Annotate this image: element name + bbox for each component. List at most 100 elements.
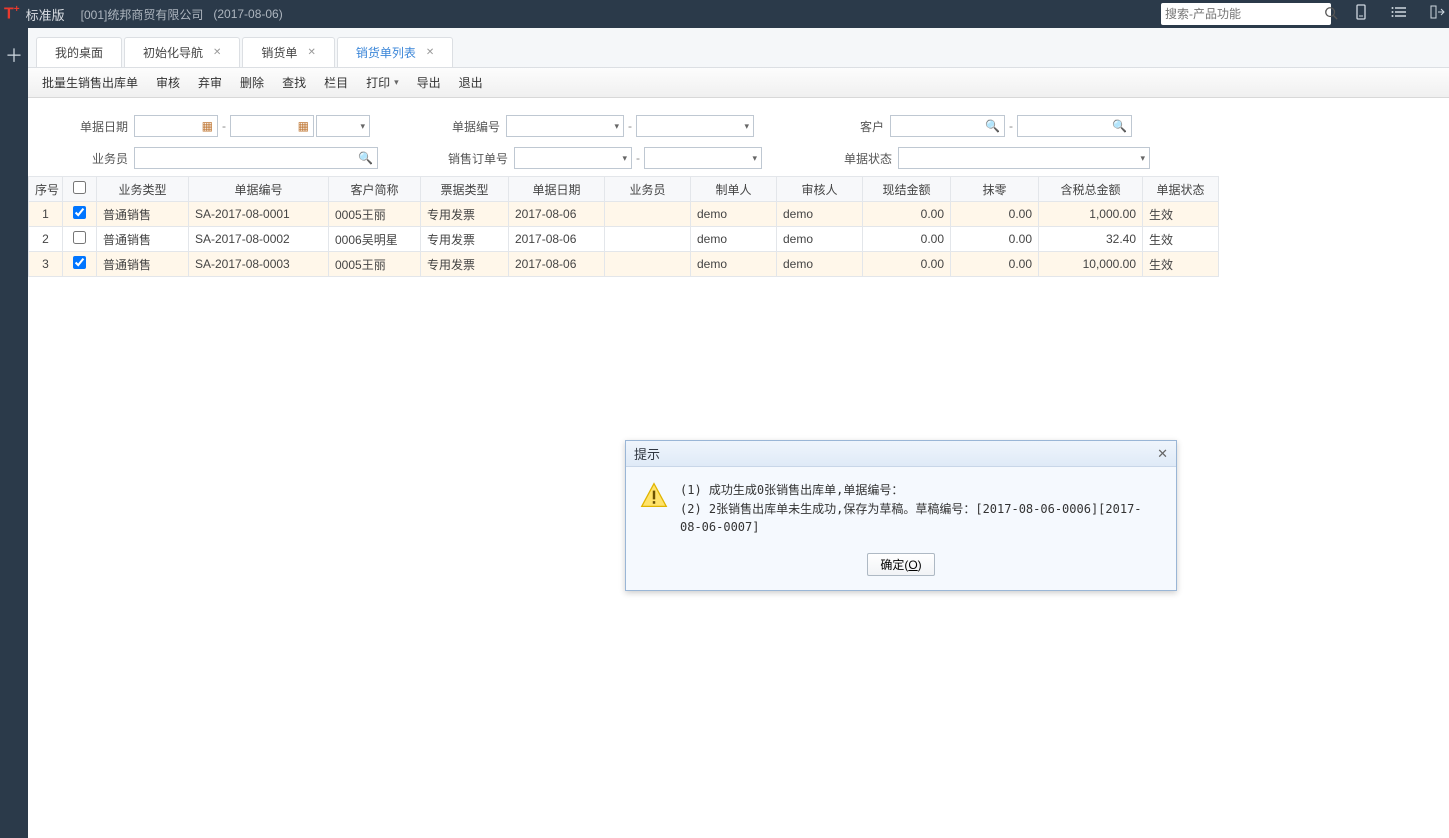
chevron-down-icon: ▾ xyxy=(1140,153,1145,164)
dialog-message: (1) 成功生成0张销售出库单,单据编号： (2) 2张销售出库单未生成功,保存… xyxy=(680,481,1160,537)
tab-label: 我的桌面 xyxy=(55,44,103,61)
close-icon[interactable]: ✕ xyxy=(1157,446,1168,462)
delete-button[interactable]: 删除 xyxy=(240,74,264,91)
cell-round-off: 0.00 xyxy=(951,202,1039,227)
close-icon[interactable]: ✕ xyxy=(426,47,434,58)
add-tab-button[interactable]: ＋ xyxy=(0,42,28,68)
cell-seq: 1 xyxy=(29,202,63,227)
col-inv-type[interactable]: 票据类型 xyxy=(421,177,509,202)
cell-check[interactable] xyxy=(63,202,97,227)
cell-round-off: 0.00 xyxy=(951,227,1039,252)
customer-from-input[interactable]: 🔍 xyxy=(890,115,1005,137)
filter-label-orderno: 销售订单号 xyxy=(438,150,508,167)
customer-to-input[interactable]: 🔍 xyxy=(1017,115,1132,137)
header-row: 序号 业务类型 单据编号 客户简称 票据类型 单据日期 业务员 制单人 审核人 … xyxy=(29,177,1219,202)
date-to-input[interactable]: ▦ xyxy=(230,115,314,137)
left-rail: ＋ xyxy=(0,28,28,838)
close-icon[interactable]: ✕ xyxy=(307,47,315,58)
calendar-icon: ▦ xyxy=(298,119,309,133)
close-icon[interactable]: ✕ xyxy=(213,47,221,58)
tab-init-nav[interactable]: 初始化导航 ✕ xyxy=(124,37,240,67)
filter-label-salesman: 业务员 xyxy=(58,150,128,167)
dialog-line2: (2) 2张销售出库单未生成功,保存为草稿。草稿编号：[2017-08-06-0… xyxy=(680,500,1160,537)
row-checkbox[interactable] xyxy=(73,231,86,244)
dialog-title: 提示 xyxy=(634,444,660,463)
orderno-from-input[interactable]: ▾ xyxy=(514,147,632,169)
columns-button[interactable]: 栏目 xyxy=(324,74,348,91)
cell-cash-amt: 0.00 xyxy=(863,227,951,252)
cell-tax-total: 32.40 xyxy=(1039,227,1143,252)
cell-check[interactable] xyxy=(63,227,97,252)
select-all-checkbox[interactable] xyxy=(73,181,86,194)
unaudit-button[interactable]: 弃审 xyxy=(198,74,222,91)
docno-from-input[interactable]: ▾ xyxy=(506,115,624,137)
filter-label-docno: 单据编号 xyxy=(430,118,500,135)
expand-icon[interactable] xyxy=(1429,4,1445,25)
col-cash-amt[interactable]: 现结金额 xyxy=(863,177,951,202)
cell-auditor: demo xyxy=(777,202,863,227)
chevron-down-icon: ▾ xyxy=(394,77,399,88)
chevron-down-icon: ▾ xyxy=(614,121,619,132)
col-round-off[interactable]: 抹零 xyxy=(951,177,1039,202)
list-icon[interactable] xyxy=(1391,4,1407,25)
cell-status: 生效 xyxy=(1143,202,1219,227)
col-checkbox[interactable] xyxy=(63,177,97,202)
exit-button[interactable]: 退出 xyxy=(459,74,483,91)
global-search[interactable] xyxy=(1161,3,1331,25)
tab-desktop[interactable]: 我的桌面 xyxy=(36,37,122,67)
col-maker[interactable]: 制单人 xyxy=(691,177,777,202)
salesman-input[interactable]: 🔍 xyxy=(134,147,378,169)
search-input[interactable] xyxy=(1165,7,1320,21)
status-select[interactable]: ▾ xyxy=(898,147,1150,169)
col-seq[interactable]: 序号 xyxy=(29,177,63,202)
cell-maker: demo xyxy=(691,202,777,227)
cell-inv-type: 专用发票 xyxy=(421,252,509,277)
cell-check[interactable] xyxy=(63,252,97,277)
orderno-to-input[interactable]: ▾ xyxy=(644,147,762,169)
calendar-icon: ▦ xyxy=(202,119,213,133)
tab-label: 销货单列表 xyxy=(356,44,416,61)
cell-biz-type: 普通销售 xyxy=(97,252,189,277)
app-logo: T+ xyxy=(4,4,20,23)
tab-sales-voucher[interactable]: 销货单 ✕ xyxy=(242,37,334,67)
dialog-title-bar[interactable]: 提示 ✕ xyxy=(626,441,1176,467)
col-salesman[interactable]: 业务员 xyxy=(605,177,691,202)
docno-to-input[interactable]: ▾ xyxy=(636,115,754,137)
cell-doc-no: SA-2017-08-0003 xyxy=(189,252,329,277)
row-checkbox[interactable] xyxy=(73,206,86,219)
cell-status: 生效 xyxy=(1143,227,1219,252)
find-button[interactable]: 查找 xyxy=(282,74,306,91)
print-button[interactable]: 打印▾ xyxy=(366,74,399,91)
message-dialog: 提示 ✕ (1) 成功生成0张销售出库单,单据编号： (2) 2张销售出库单未生… xyxy=(625,440,1177,591)
col-auditor[interactable]: 审核人 xyxy=(777,177,863,202)
lookup-icon: 🔍 xyxy=(1112,119,1127,133)
tab-label: 销货单 xyxy=(261,44,297,61)
export-button[interactable]: 导出 xyxy=(417,74,441,91)
col-tax-total[interactable]: 含税总金额 xyxy=(1039,177,1143,202)
app-header: T+ 标准版 [001]统邦商贸有限公司 (2017-08-06) xyxy=(0,0,1449,28)
col-doc-date[interactable]: 单据日期 xyxy=(509,177,605,202)
row-checkbox[interactable] xyxy=(73,256,86,269)
device-icon[interactable] xyxy=(1353,4,1369,25)
col-status[interactable]: 单据状态 xyxy=(1143,177,1219,202)
date-from-input[interactable]: ▦ xyxy=(134,115,218,137)
ok-button[interactable]: 确定(O) xyxy=(867,553,934,576)
table-row[interactable]: 1普通销售SA-2017-08-00010005王丽专用发票2017-08-06… xyxy=(29,202,1219,227)
cell-doc-date: 2017-08-06 xyxy=(509,252,605,277)
cell-status: 生效 xyxy=(1143,252,1219,277)
tab-sales-voucher-list[interactable]: 销货单列表 ✕ xyxy=(337,37,453,67)
table-row[interactable]: 3普通销售SA-2017-08-00030005王丽专用发票2017-08-06… xyxy=(29,252,1219,277)
batch-generate-button[interactable]: 批量生销售出库单 xyxy=(42,74,138,91)
cell-customer: 0006吴明星 xyxy=(329,227,421,252)
date-preset-select[interactable]: ▾ xyxy=(316,115,370,137)
audit-button[interactable]: 审核 xyxy=(156,74,180,91)
business-date: (2017-08-06) xyxy=(213,7,282,21)
col-doc-no[interactable]: 单据编号 xyxy=(189,177,329,202)
cell-auditor: demo xyxy=(777,227,863,252)
cell-customer: 0005王丽 xyxy=(329,202,421,227)
cell-biz-type: 普通销售 xyxy=(97,202,189,227)
col-biz-type[interactable]: 业务类型 xyxy=(97,177,189,202)
table-row[interactable]: 2普通销售SA-2017-08-00020006吴明星专用发票2017-08-0… xyxy=(29,227,1219,252)
search-icon[interactable] xyxy=(1320,6,1342,23)
col-customer[interactable]: 客户简称 xyxy=(329,177,421,202)
